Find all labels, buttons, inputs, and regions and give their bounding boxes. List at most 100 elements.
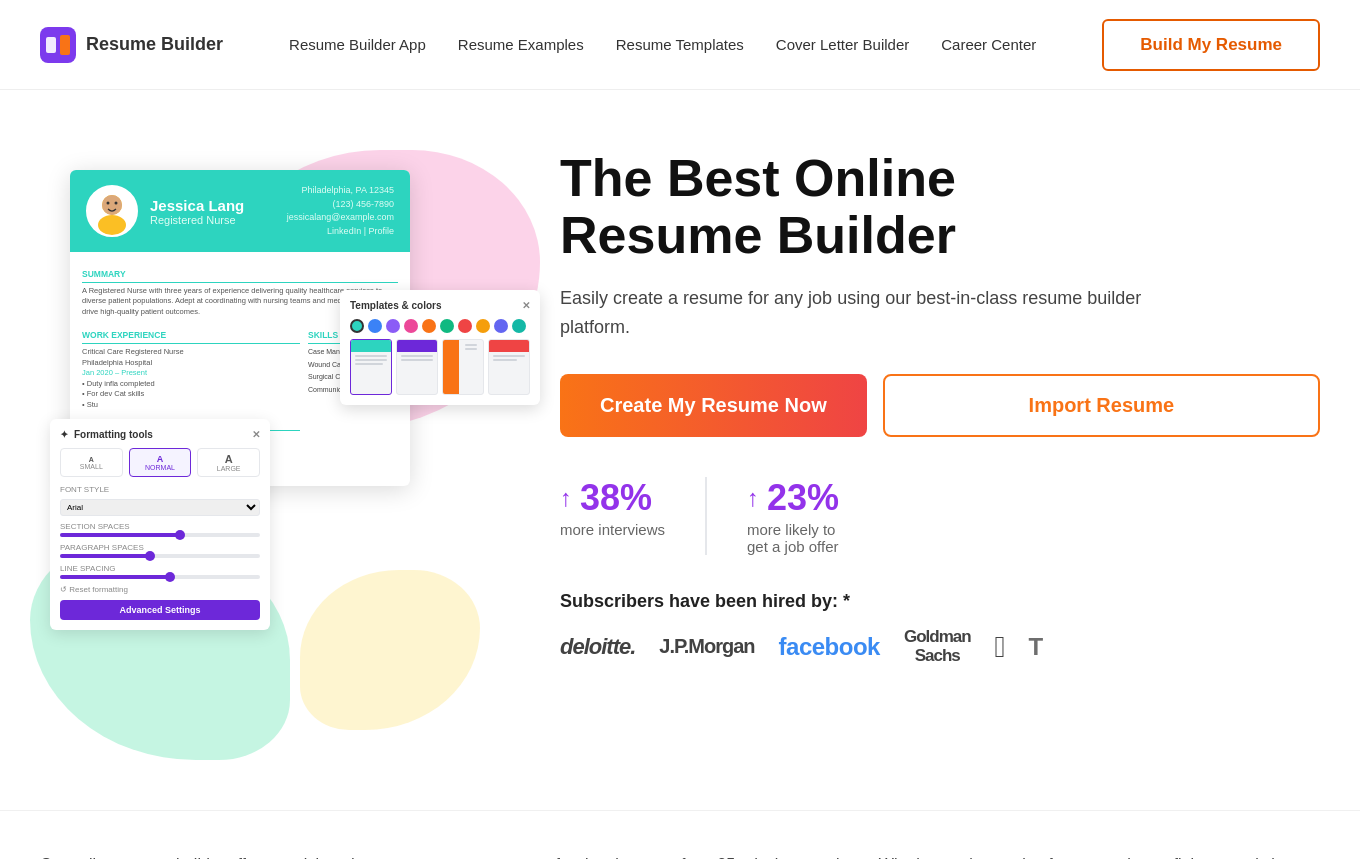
hired-label: Subscribers have been hired by: * [560, 591, 1320, 612]
color-dot-4[interactable] [422, 319, 436, 333]
font-size-row: A SMALL A NORMAL A LARGE [60, 448, 260, 477]
templates-panel: Templates & colors ✕ [340, 290, 540, 405]
other-company-logo: T [1029, 633, 1043, 661]
color-dot-8[interactable] [494, 319, 508, 333]
hero-left: Jessica Lang Registered Nurse Philadelph… [40, 130, 520, 790]
goldman-sachs-logo: Goldman Sachs [904, 628, 971, 665]
font-style-select[interactable]: ArialGeorgiaTimes New Roman [60, 499, 260, 516]
hired-section: Subscribers have been hired by: * deloit… [560, 591, 1320, 665]
svg-rect-0 [40, 27, 76, 63]
line-spacing-thumb[interactable] [165, 572, 175, 582]
hero-headline: The Best Online Resume Builder [560, 150, 1320, 264]
footer-description: Our online resume builder offers a quick… [0, 810, 1360, 859]
templates-close-icon[interactable]: ✕ [522, 300, 530, 311]
logo-link[interactable]: Resume Builder [40, 27, 223, 63]
font-size-normal[interactable]: A NORMAL [129, 448, 192, 477]
resume-avatar [86, 185, 138, 237]
color-dot-0[interactable] [350, 319, 364, 333]
navbar: Resume Builder Resume Builder App Resume… [0, 0, 1360, 90]
blob-yellow [300, 570, 480, 730]
resume-contact: Philadelphia, PA 12345 (123) 456-7890 je… [287, 184, 394, 238]
section-spaces-fill [60, 533, 180, 537]
formatting-panel: ✦ Formatting tools ✕ A SMALL A NORMAL [50, 419, 270, 630]
svg-point-7 [115, 202, 118, 205]
template-thumb-3[interactable] [442, 339, 484, 395]
color-dot-3[interactable] [404, 319, 418, 333]
arrow-up-icon-2: ↑ [747, 484, 759, 512]
line-spacing-track [60, 575, 260, 579]
hero-section: Jessica Lang Registered Nurse Philadelph… [0, 90, 1360, 810]
paragraph-spaces-thumb[interactable] [145, 551, 155, 561]
svg-rect-1 [46, 37, 56, 53]
stat-joboffer-label: more likely toget a job offer [747, 521, 839, 555]
templates-panel-header: Templates & colors ✕ [350, 300, 530, 311]
formatting-close-icon[interactable]: ✕ [252, 429, 260, 440]
reset-formatting-icon[interactable]: ↺ Reset formatting [60, 585, 128, 594]
company-logos: deloitte. J.P.Morgan facebook Goldman Sa… [560, 628, 1320, 665]
stat-joboffer-pct: ↑ 23% [747, 477, 839, 519]
stat-joboffer: ↑ 23% more likely toget a job offer [747, 477, 879, 555]
resume-mockup-wrap: Jessica Lang Registered Nurse Philadelph… [40, 130, 520, 790]
color-dot-5[interactable] [440, 319, 454, 333]
font-size-small[interactable]: A SMALL [60, 448, 123, 477]
arrow-up-icon-1: ↑ [560, 484, 572, 512]
resume-name-block: Jessica Lang Registered Nurse [150, 197, 275, 226]
svg-point-6 [107, 202, 110, 205]
formatting-panel-header: ✦ Formatting tools ✕ [60, 429, 260, 440]
logo-text: Resume Builder [86, 34, 223, 55]
paragraph-spaces-slider-row: PARAGRAPH SPACES [60, 543, 260, 558]
template-thumb-1[interactable] [350, 339, 392, 395]
resume-summary-title: Summary [82, 268, 398, 283]
font-style-slider-row: FONT STYLE ArialGeorgiaTimes New Roman [60, 485, 260, 516]
svg-point-4 [98, 215, 126, 235]
color-dot-9[interactable] [512, 319, 526, 333]
jpmorgan-logo: J.P.Morgan [659, 635, 754, 658]
nav-links: Resume Builder App Resume Examples Resum… [289, 36, 1036, 53]
create-resume-button[interactable]: Create My Resume Now [560, 374, 867, 437]
paragraph-spaces-track [60, 554, 260, 558]
color-dots [350, 319, 530, 333]
line-spacing-slider-row: LINE SPACING [60, 564, 260, 579]
section-spaces-slider-row: SECTION SPACES [60, 522, 260, 537]
svg-rect-2 [60, 35, 70, 55]
nav-resume-builder-app[interactable]: Resume Builder App [289, 36, 426, 53]
color-dot-1[interactable] [368, 319, 382, 333]
hero-right: The Best Online Resume Builder Easily cr… [560, 130, 1320, 665]
font-size-large[interactable]: A LARGE [197, 448, 260, 477]
logo-icon [40, 27, 76, 63]
paragraph-spaces-fill [60, 554, 150, 558]
formatting-panel-title: Formatting tools [74, 429, 153, 440]
templates-panel-title: Templates & colors [350, 300, 442, 311]
nav-cover-letter[interactable]: Cover Letter Builder [776, 36, 909, 53]
line-spacing-fill [60, 575, 170, 579]
template-thumbs[interactable] [350, 339, 530, 395]
deloitte-logo: deloitte. [560, 634, 635, 660]
color-dot-7[interactable] [476, 319, 490, 333]
stat-interviews-label: more interviews [560, 521, 665, 538]
advanced-settings-button[interactable]: Advanced Settings [60, 600, 260, 620]
color-dot-6[interactable] [458, 319, 472, 333]
nav-career-center[interactable]: Career Center [941, 36, 1036, 53]
cta-row: Create My Resume Now Import Resume [560, 374, 1320, 437]
nav-resume-examples[interactable]: Resume Examples [458, 36, 584, 53]
nav-resume-templates[interactable]: Resume Templates [616, 36, 744, 53]
facebook-logo: facebook [779, 633, 880, 661]
resume-header: Jessica Lang Registered Nurse Philadelph… [70, 170, 410, 252]
section-spaces-track [60, 533, 260, 537]
stats-row: ↑ 38% more interviews ↑ 23% more likely … [560, 477, 1320, 555]
resume-work-title: Work Experience [82, 329, 300, 344]
hero-subtext: Easily create a resume for any job using… [560, 284, 1160, 342]
template-thumb-4[interactable] [488, 339, 530, 395]
color-dot-2[interactable] [386, 319, 400, 333]
resume-name: Jessica Lang [150, 197, 275, 214]
nav-cta-button[interactable]: Build My Resume [1102, 19, 1320, 71]
import-resume-button[interactable]: Import Resume [883, 374, 1320, 437]
stat-interviews-pct: ↑ 38% [560, 477, 665, 519]
section-spaces-thumb[interactable] [175, 530, 185, 540]
stat-interviews: ↑ 38% more interviews [560, 477, 707, 555]
apple-logo:  [995, 630, 1005, 664]
resume-job-title: Registered Nurse [150, 214, 275, 226]
formatting-icon: ✦ [60, 429, 68, 440]
svg-point-5 [102, 195, 122, 215]
template-thumb-2[interactable] [396, 339, 438, 395]
